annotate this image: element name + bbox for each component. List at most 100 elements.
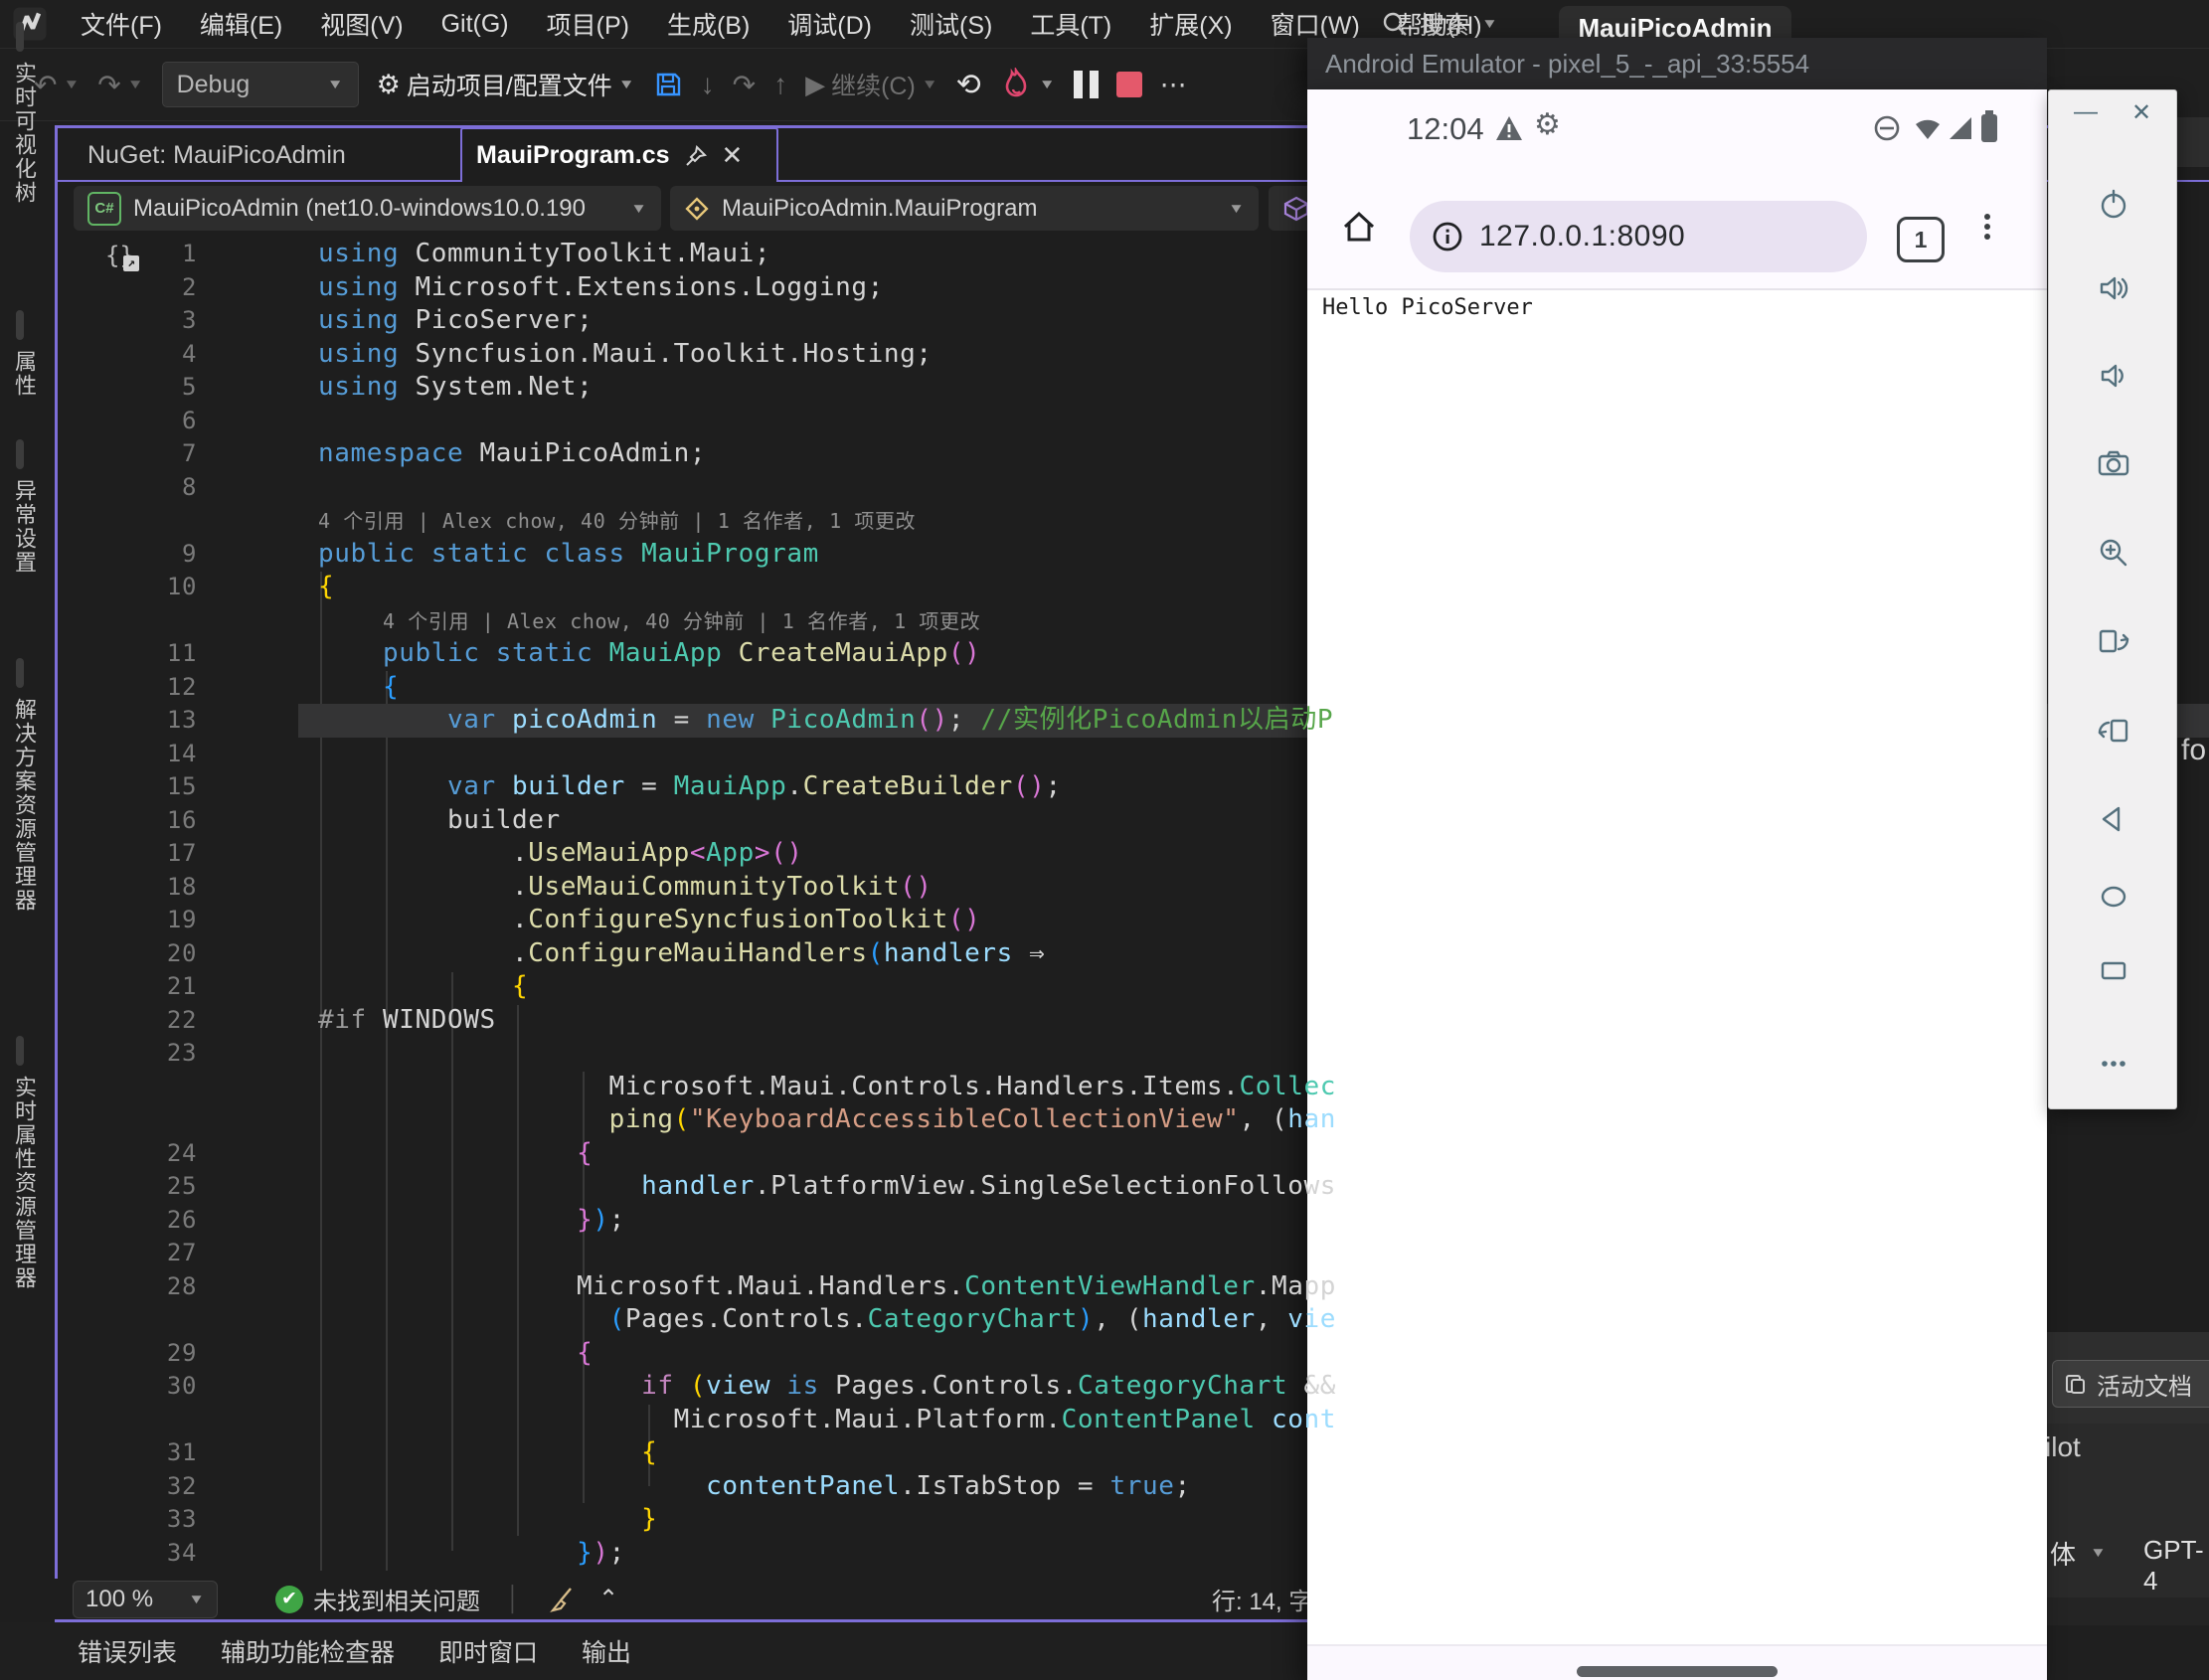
chevron-down-icon: ▼	[617, 77, 635, 92]
gesture-handle[interactable]	[1577, 1666, 1778, 1677]
bottom-tab-辅助功能检查器[interactable]: 辅助功能检查器	[221, 1633, 395, 1669]
volume-down-icon[interactable]	[2095, 357, 2132, 395]
startup-project-button[interactable]: ⚙ 启动项目/配置文件 ▼	[377, 67, 635, 102]
menu-item-文件F[interactable]: 文件(F)	[62, 0, 181, 48]
configuration-dropdown[interactable]: Debug ▼	[161, 62, 359, 107]
project-dropdown[interactable]: C# MauiPicoAdmin (net10.0-windows10.0.19…	[74, 186, 661, 231]
bottom-tab-错误列表[interactable]: 错误列表	[78, 1633, 177, 1669]
menu-item-测试S[interactable]: 测试(S)	[891, 0, 1011, 48]
home-icon[interactable]	[1339, 207, 1379, 247]
zoom-in-icon[interactable]	[2095, 534, 2132, 572]
background-text-fragment: fo	[2181, 734, 2207, 766]
tab-nuget[interactable]: NuGet: MauiPicoAdmin	[58, 130, 386, 180]
continue-button[interactable]: ▶ 继续(C) ▼	[805, 67, 938, 102]
emulator-title-bar[interactable]: Android Emulator - pixel_5_-_api_33:5554	[1307, 38, 2047, 89]
emulator-title: Android Emulator - pixel_5_-_api_33:5554	[1325, 48, 1810, 79]
line-number: 25	[166, 1172, 197, 1200]
code-text: public static MauiApp CreateMauiApp()	[383, 638, 981, 668]
url-text[interactable]: 127.0.0.1:8090	[1479, 220, 1685, 253]
line-number: 10	[166, 573, 197, 600]
wifi-icon	[1916, 119, 1940, 139]
bottom-tab-即时窗口[interactable]: 即时窗口	[438, 1633, 538, 1669]
code-text: .UseMauiApp<App>()	[318, 838, 803, 868]
configuration-label: Debug	[176, 70, 251, 98]
line-number	[55, 1103, 197, 1137]
pin-icon[interactable]	[684, 144, 708, 168]
sidebar-tab-解决方案资源管理器[interactable]: 解决方案资源管理器	[8, 698, 40, 1036]
copilot-title-fragment: ilot	[2045, 1431, 2081, 1462]
zoom-dropdown[interactable]: 100 % ▼	[73, 1580, 218, 1618]
line-number: 28	[166, 1271, 197, 1300]
model-selector-fragment[interactable]: GPT-4	[2143, 1535, 2209, 1596]
code-text: }	[641, 1504, 658, 1534]
step-into-icon[interactable]: ↓	[701, 69, 715, 100]
stop-button[interactable]	[1115, 72, 1142, 97]
step-out-icon[interactable]: ↑	[773, 69, 787, 100]
sidebar-tab-实时可视化树[interactable]: 实时可视化树	[8, 62, 40, 310]
step-over-icon[interactable]: ↷	[733, 69, 756, 101]
code-text: });	[577, 1537, 625, 1568]
rotate-left-icon[interactable]	[2095, 622, 2132, 660]
pause-button[interactable]	[1073, 71, 1099, 98]
menu-item-工具T[interactable]: 工具(T)	[1011, 0, 1130, 48]
line-number: 21	[166, 972, 197, 1000]
sidebar-tab-异常设置[interactable]: 异常设置	[8, 479, 40, 658]
menu-items: 文件(F) 编辑(E) 视图(V) Git(G) 项目(P) 生成(B) 调试(D) 测试(S…	[62, 0, 1501, 48]
toolbar-overflow-icon[interactable]: ⋯	[1160, 70, 1187, 100]
home-icon[interactable]	[2095, 878, 2132, 916]
menu-item-视图V[interactable]: 视图(V)	[301, 0, 422, 48]
tab-count-button[interactable]: 1	[1897, 217, 1945, 262]
volume-up-icon[interactable]	[2095, 269, 2132, 307]
line-number: 29	[166, 1338, 197, 1367]
play-icon: ▶	[805, 69, 826, 99]
line-number: 14	[166, 739, 197, 767]
line-number: 22	[166, 1005, 197, 1034]
code-text: {	[318, 572, 335, 601]
startup-project-label: 启动项目/配置文件	[406, 73, 612, 100]
camera-icon[interactable]	[2095, 444, 2132, 482]
menu-item-生成B[interactable]: 生成(B)	[648, 0, 768, 48]
close-button[interactable]: ✕	[2131, 98, 2151, 127]
chevron-up-icon[interactable]: ⌃	[598, 1585, 618, 1613]
type-dropdown[interactable]: MauiPicoAdmin.MauiProgram ▼	[670, 186, 1259, 231]
sidebar-tab-属性[interactable]: 属性	[8, 350, 40, 449]
rotate-right-icon[interactable]	[2095, 712, 2132, 750]
chevron-down-icon[interactable]: ▼	[63, 77, 80, 92]
tab-mauiprogram[interactable]: MauiProgram.cs ✕	[460, 127, 778, 182]
line-number: 13	[166, 706, 197, 734]
tool-tab-grip	[16, 22, 24, 52]
type-label: MauiPicoAdmin.MauiProgram	[722, 194, 1038, 222]
code-text: using PicoServer;	[318, 305, 594, 335]
code-cleanup-broom-icon[interactable]	[547, 1585, 577, 1614]
menu-item-扩展X[interactable]: 扩展(X)	[1130, 0, 1251, 48]
restart-icon[interactable]: ⟲	[956, 68, 981, 102]
sidebar-tab-实时属性资源管理器[interactable]: 实时属性资源管理器	[8, 1076, 40, 1433]
back-icon[interactable]	[2095, 800, 2132, 838]
more-icon[interactable]	[2095, 1045, 2132, 1083]
menu-item-调试D[interactable]: 调试(D)	[768, 0, 891, 48]
line-number: 32	[166, 1471, 197, 1500]
url-bar[interactable]: 127.0.0.1:8090	[1410, 201, 1867, 272]
close-icon[interactable]: ✕	[722, 140, 744, 171]
code-text: .ConfigureMauiHandlers(handlers ⇒	[318, 937, 1046, 968]
menu-item-编辑E[interactable]: 编辑(E)	[181, 0, 301, 48]
emulator-screen[interactable]: 12:04 ⚙ 127.0.0.1:8090 1 Hello PicoServe…	[1307, 89, 2047, 1680]
save-button[interactable]	[653, 70, 683, 99]
browser-page-text: Hello PicoServer	[1322, 295, 1533, 320]
overview-icon[interactable]	[2095, 951, 2132, 989]
style-dropdown-fragment[interactable]: 体	[2050, 1535, 2076, 1572]
chevron-down-icon[interactable]: ▼	[127, 77, 144, 92]
active-document-chip[interactable]: 活动文档 ✕	[2052, 1360, 2209, 1408]
minimize-button[interactable]: —	[2074, 98, 2098, 127]
page-info-icon[interactable]	[1432, 221, 1463, 252]
power-icon[interactable]	[2095, 185, 2132, 223]
menu-item-GitG[interactable]: Git(G)	[423, 0, 528, 48]
kebab-menu-icon[interactable]	[1971, 211, 2003, 243]
line-number: 23	[166, 1039, 197, 1067]
hot-reload-button[interactable]: ▼	[999, 68, 1056, 101]
code-text: Microsoft.Maui.Platform.ContentPanel con…	[318, 1404, 1336, 1434]
menu-item-项目P[interactable]: 项目(P)	[528, 0, 648, 48]
redo-icon[interactable]: ↷	[97, 69, 120, 101]
bottom-tab-输出[interactable]: 输出	[582, 1633, 631, 1669]
android-system-icon: ⚙	[1534, 107, 1561, 142]
